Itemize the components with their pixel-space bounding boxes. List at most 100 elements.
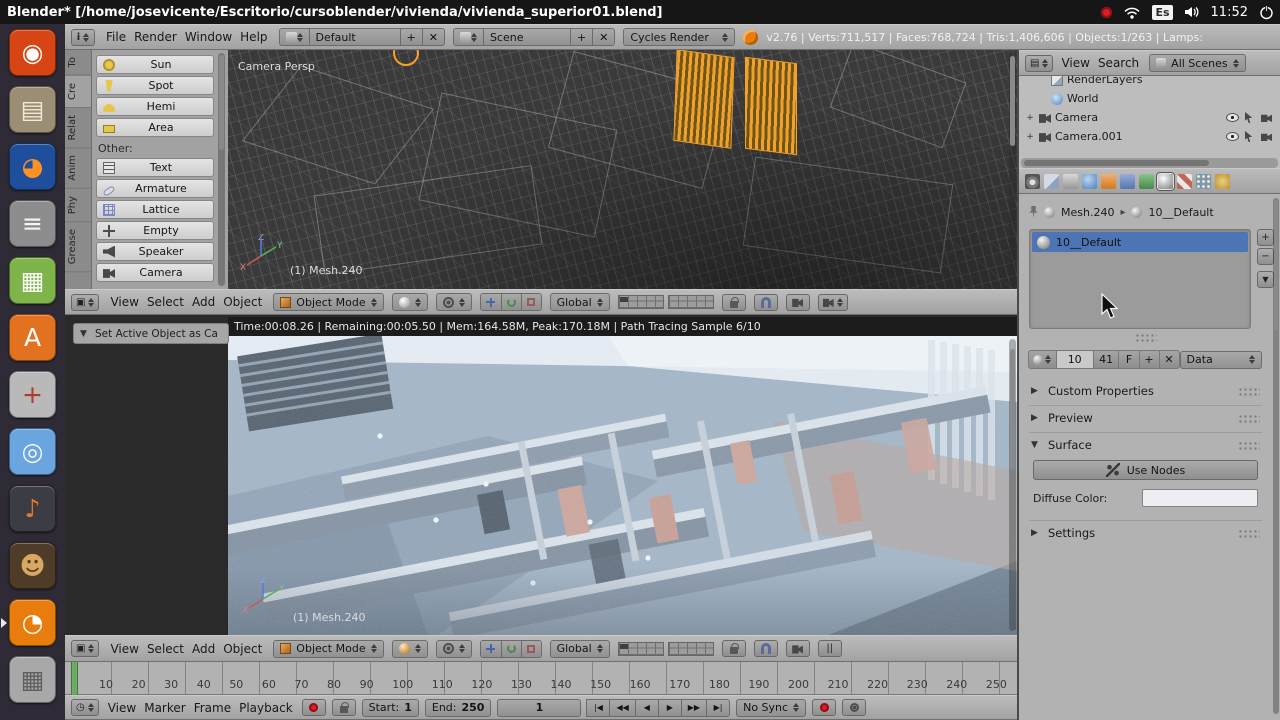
wifi-icon[interactable] [1123, 6, 1141, 19]
scale-manipulator-button[interactable] [520, 640, 541, 657]
material-slot-active[interactable]: 10__Default [1032, 232, 1248, 252]
keying-set-button[interactable] [842, 699, 867, 716]
users-count-button[interactable]: 41 [1092, 350, 1120, 369]
launcher-text-editor[interactable]: ≡ [9, 200, 56, 247]
material-slot-list[interactable]: 10__Default [1029, 229, 1251, 329]
use-nodes-button[interactable]: Use Nodes [1033, 460, 1258, 480]
browse-layout-button[interactable] [278, 28, 310, 46]
hide-toggle-icon[interactable] [1226, 113, 1239, 122]
shading-select[interactable] [391, 639, 428, 658]
menu-view[interactable]: View [107, 295, 141, 309]
display-mode-select[interactable]: All Scenes [1149, 54, 1246, 72]
menu-add[interactable]: Add [189, 642, 218, 656]
scale-manipulator-button[interactable] [520, 294, 541, 310]
menu-marker[interactable]: Marker [141, 701, 188, 715]
render-toggle-icon[interactable] [1261, 114, 1272, 122]
menu-help[interactable]: Help [237, 30, 270, 44]
add-spot-button[interactable]: Spot [96, 76, 214, 95]
tab-render-layers[interactable] [1044, 173, 1059, 189]
current-frame-marker[interactable] [71, 662, 78, 695]
panel-grip[interactable] [1238, 413, 1260, 423]
hide-toggle-icon[interactable] [1226, 132, 1239, 141]
editor-type-3dview-icon[interactable]: ▣ [71, 293, 100, 311]
diffuse-color-swatch[interactable] [1142, 489, 1258, 507]
launcher-system-tools[interactable]: + [9, 371, 56, 418]
tool-shelf-tab[interactable]: To [65, 50, 91, 76]
mode-select[interactable]: Object Mode [273, 293, 384, 311]
menu-window[interactable]: Window [182, 30, 235, 44]
add-layout-button[interactable]: + [399, 28, 423, 46]
tab-texture[interactable] [1177, 173, 1192, 189]
render-toggle-icon[interactable] [1261, 133, 1272, 141]
viewport-canvas-wireframe[interactable]: Camera Persp Z Y X (1) Mesh.240 [228, 50, 1017, 289]
rotate-manipulator-button[interactable] [500, 294, 521, 310]
menu-add[interactable]: Add [189, 295, 218, 309]
editor-type-info-icon[interactable]: i [71, 28, 95, 46]
layers-widget[interactable] [617, 641, 714, 656]
screen-recorder-icon[interactable] [1101, 6, 1113, 18]
tab-material[interactable] [1158, 173, 1173, 189]
add-area-button[interactable]: Area [96, 118, 214, 137]
tool-shelf-tab[interactable]: Phy [65, 188, 91, 223]
launcher-game[interactable]: ☻ [9, 542, 56, 589]
outliner-row-world[interactable]: World [1019, 89, 1280, 108]
menu-render[interactable]: Render [131, 30, 180, 44]
last-operator-panel[interactable]: ▼ Set Active Object as Ca [73, 323, 229, 344]
jump-to-end-button[interactable]: ▶| [706, 698, 731, 717]
add-armature-button[interactable]: Armature [96, 179, 214, 198]
tab-scene[interactable] [1063, 173, 1078, 189]
panel-header[interactable]: ▶ Custom Properties [1029, 380, 1262, 402]
auto-keyframe-button[interactable] [812, 699, 837, 716]
tab-world[interactable] [1082, 173, 1097, 189]
menu-object[interactable]: Object [220, 642, 265, 656]
properties-scrollbar[interactable] [1273, 198, 1279, 714]
outliner-row-camera[interactable]: + Camera [1019, 108, 1280, 127]
unlink-material-button[interactable]: ✕ [1158, 350, 1180, 369]
transform-orientation-select[interactable]: Global [549, 639, 610, 658]
tab-render[interactable] [1025, 173, 1040, 189]
editor-type-outliner-icon[interactable]: ▤ [1025, 54, 1054, 72]
selectable-toggle-icon[interactable] [1245, 112, 1253, 123]
panel-grip[interactable] [1238, 386, 1260, 396]
record-button[interactable] [301, 699, 326, 716]
breadcrumb-material[interactable]: 10__Default [1148, 206, 1213, 219]
add-hemi-button[interactable]: Hemi [96, 97, 214, 116]
pause-render-button[interactable]: || [817, 640, 842, 657]
opengl-render-button[interactable] [785, 640, 810, 657]
datablock-source-select[interactable]: Data [1179, 350, 1262, 369]
menu-search[interactable]: Search [1095, 56, 1142, 70]
snap-magnet-button[interactable] [753, 640, 778, 657]
menu-object[interactable]: Object [220, 295, 265, 309]
panel-header[interactable]: ▶ Settings [1029, 522, 1262, 544]
menu-select[interactable]: Select [144, 642, 187, 656]
layers-widget[interactable] [617, 295, 714, 309]
tab-modifiers[interactable] [1120, 173, 1135, 189]
tab-object-data[interactable] [1139, 173, 1154, 189]
volume-icon[interactable] [1184, 5, 1200, 19]
keyboard-layout-indicator[interactable]: Es [1152, 4, 1173, 20]
play-reverse-button[interactable]: ◀ [634, 698, 659, 717]
add-empty-button[interactable]: Empty [96, 221, 214, 240]
current-frame-field[interactable]: 1 [497, 698, 582, 717]
layout-name-field[interactable]: Default [308, 28, 401, 46]
tab-object[interactable] [1101, 173, 1116, 189]
outliner-scrollbar[interactable] [1021, 158, 1278, 168]
sync-mode-select[interactable]: No Sync [736, 698, 807, 717]
start-frame-field[interactable]: Start: 1 [361, 698, 419, 717]
material-name-field[interactable]: 10 [1055, 350, 1094, 369]
tab-particles[interactable] [1196, 173, 1211, 189]
panel-grip[interactable] [1238, 528, 1260, 538]
add-lattice-button[interactable]: Lattice [96, 200, 214, 219]
lock-camera-button[interactable] [721, 293, 746, 311]
transform-orientation-select[interactable]: Global [549, 293, 610, 311]
menu-playback[interactable]: Playback [236, 701, 296, 715]
launcher-workspace-switcher[interactable]: ▦ [9, 656, 56, 703]
rotate-manipulator-button[interactable] [500, 640, 521, 657]
selectable-toggle-icon[interactable] [1245, 131, 1253, 142]
slot-specials-menu[interactable]: ▼ [1257, 271, 1274, 288]
add-speaker-button[interactable]: Speaker [96, 242, 214, 261]
clock[interactable]: 11:52 [1211, 5, 1248, 20]
session-menu-icon[interactable] [1259, 4, 1274, 20]
expand-toggle[interactable]: + [1025, 132, 1035, 142]
tool-shelf-scrollbar[interactable] [218, 53, 225, 286]
